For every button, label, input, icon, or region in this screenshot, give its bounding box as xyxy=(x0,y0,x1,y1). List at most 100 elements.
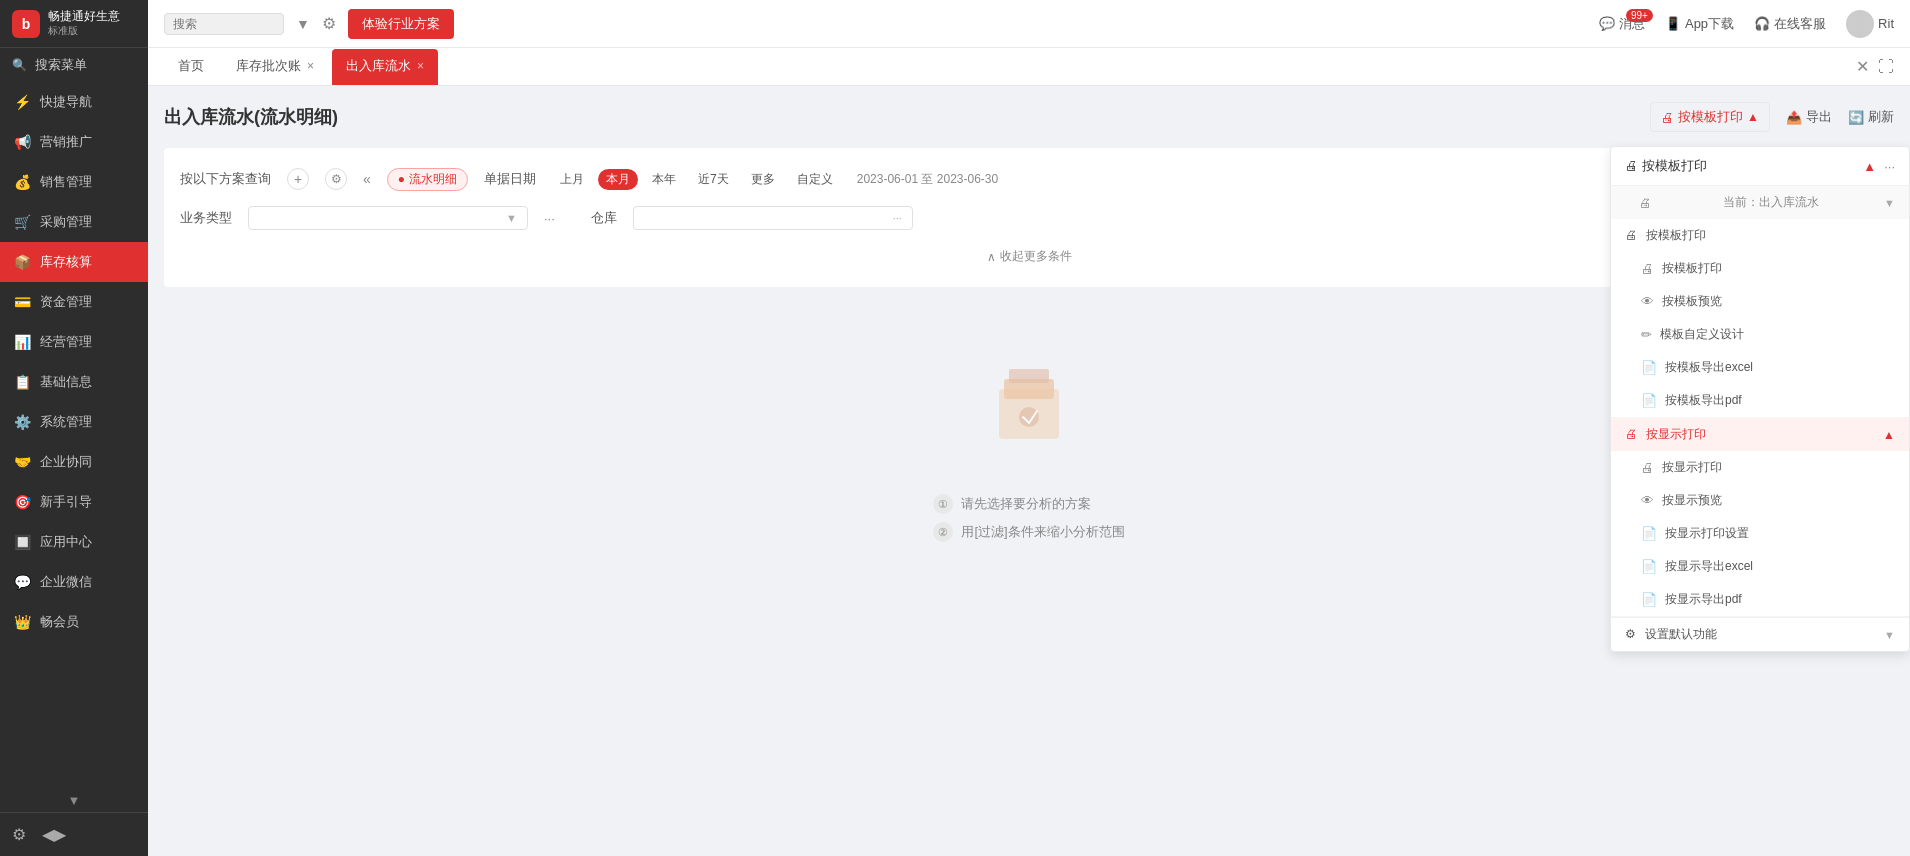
template-print-icon: 🖨 xyxy=(1641,261,1654,276)
sidebar-item-marketing[interactable]: 📢 营销推广 xyxy=(0,122,148,162)
dropdown-item-display-print-settings[interactable]: 📄 按显示打印设置 xyxy=(1611,517,1909,550)
dropdown-default-function[interactable]: ⚙ 设置默认功能 ▼ xyxy=(1611,617,1909,651)
sidebar-item-label: 系统管理 xyxy=(40,413,136,431)
sidebar-item-label: 畅会员 xyxy=(40,613,136,631)
app-download-btn[interactable]: 📱 App下载 xyxy=(1665,15,1734,33)
dropdown-item-display-export-excel[interactable]: 📄 按显示导出excel xyxy=(1611,550,1909,583)
template-export-pdf-label: 按模板导出pdf xyxy=(1665,392,1742,409)
sidebar-item-sales[interactable]: 💰 销售管理 xyxy=(0,162,148,202)
refresh-label: 刷新 xyxy=(1868,108,1894,126)
sidebar: b 畅捷通好生意 标准版 🔍 搜索菜单 ⚡ 快捷导航 📢 营销推广 💰 销售管理… xyxy=(0,0,148,856)
sidebar-item-purchase[interactable]: 🛒 采购管理 xyxy=(0,202,148,242)
topbar-dropdown-btn[interactable]: ▼ xyxy=(296,16,310,32)
filter-add-btn[interactable]: + xyxy=(287,168,309,190)
template-pdf-icon: 📄 xyxy=(1641,393,1657,408)
tabbar: 首页 库存批次账 × 出入库流水 × ✕ ⛶ xyxy=(148,48,1910,86)
dropdown-item-template-export-pdf[interactable]: 📄 按模板导出pdf xyxy=(1611,384,1909,417)
trial-btn[interactable]: 体验行业方案 xyxy=(348,9,454,39)
guide-icon: 🎯 xyxy=(12,494,32,510)
date-shortcut-custom[interactable]: 自定义 xyxy=(789,169,841,190)
page-content: 出入库流水(流水明细) 🖨 按模板打印 ▲ 📤 导出 🔄 刷新 xyxy=(148,86,1910,856)
filter-tag-label: 流水明细 xyxy=(409,171,457,188)
dropdown-panel: 🖨 按模板打印 ▲ ··· 🖨 当前：出入库流水 ▼ 🖨 xyxy=(1610,146,1910,652)
sidebar-item-membership[interactable]: 👑 畅会员 xyxy=(0,602,148,642)
date-shortcut-this-year[interactable]: 本年 xyxy=(644,169,684,190)
collapse-sidebar-icon[interactable]: ◀▶ xyxy=(42,825,66,844)
sidebar-item-label: 企业协同 xyxy=(40,453,136,471)
online-service-btn[interactable]: 🎧 在线客服 xyxy=(1754,15,1826,33)
sidebar-item-quick-nav[interactable]: ⚡ 快捷导航 xyxy=(0,82,148,122)
message-btn[interactable]: 💬 消息 99+ xyxy=(1599,15,1645,33)
app-download-label: App下载 xyxy=(1685,15,1734,33)
dropdown-item-display-preview[interactable]: 👁 按显示预览 xyxy=(1611,484,1909,517)
print-template-btn[interactable]: 🖨 按模板打印 ▲ xyxy=(1650,102,1770,132)
sidebar-item-label: 采购管理 xyxy=(40,213,136,231)
filter-settings-btn[interactable]: ⚙ xyxy=(325,168,347,190)
dropdown-current-section[interactable]: 🖨 当前：出入库流水 ▼ xyxy=(1611,186,1909,219)
topbar-right: 💬 消息 99+ 📱 App下载 🎧 在线客服 Rit xyxy=(1599,10,1894,38)
filter-collapse-btn[interactable]: « xyxy=(363,171,371,187)
sidebar-item-label: 营销推广 xyxy=(40,133,136,151)
page-actions: 🖨 按模板打印 ▲ 📤 导出 🔄 刷新 xyxy=(1650,102,1894,132)
dropdown-item-template-custom[interactable]: ✏ 模板自定义设计 xyxy=(1611,318,1909,351)
sidebar-item-corp-wechat[interactable]: 💬 企业微信 xyxy=(0,562,148,602)
filter-tag-active[interactable]: ● 流水明细 xyxy=(387,168,468,191)
sidebar-scroll-down[interactable]: ▼ xyxy=(0,789,148,812)
operations-icon: 📊 xyxy=(12,334,32,350)
dropdown-more-btn[interactable]: ··· xyxy=(1884,159,1895,174)
user-profile-btn[interactable]: Rit xyxy=(1846,10,1894,38)
display-export-excel-label: 按显示导出excel xyxy=(1665,558,1753,575)
close-window-btn[interactable]: ✕ xyxy=(1854,59,1870,75)
sidebar-item-corp-collab[interactable]: 🤝 企业协同 xyxy=(0,442,148,482)
tab-home[interactable]: 首页 xyxy=(164,49,218,85)
warehouse-label: 仓库 xyxy=(591,209,617,227)
date-shortcut-last-month[interactable]: 上月 xyxy=(552,169,592,190)
expand-window-btn[interactable]: ⛶ xyxy=(1878,59,1894,75)
dropdown-current-arrow: ▼ xyxy=(1884,197,1895,209)
sidebar-item-app-center[interactable]: 🔲 应用中心 xyxy=(0,522,148,562)
username-label: Rit xyxy=(1878,16,1894,31)
default-function-label: 设置默认功能 xyxy=(1645,627,1717,641)
sidebar-search[interactable]: 🔍 搜索菜单 xyxy=(0,48,148,82)
sidebar-item-finance[interactable]: 💳 资金管理 xyxy=(0,282,148,322)
sidebar-item-operations[interactable]: 📊 经营管理 xyxy=(0,322,148,362)
warehouse-field[interactable]: ··· xyxy=(633,206,913,230)
sidebar-item-inventory[interactable]: 📦 库存核算 xyxy=(0,242,148,282)
chevron-up-icon: ▲ xyxy=(1747,110,1759,124)
refresh-btn[interactable]: 🔄 刷新 xyxy=(1848,108,1894,126)
template-preview-icon: 👁 xyxy=(1641,294,1654,309)
date-shortcut-7days[interactable]: 近7天 xyxy=(690,169,737,190)
dropdown-item-template-preview[interactable]: 👁 按模板预览 xyxy=(1611,285,1909,318)
display-pdf-icon: 📄 xyxy=(1641,592,1657,607)
tab-stock-flow-close[interactable]: × xyxy=(417,59,424,73)
dropdown-item-display-print[interactable]: 🖨 按显示打印 xyxy=(1611,451,1909,484)
tab-batch-account[interactable]: 库存批次账 × xyxy=(222,49,328,85)
finance-icon: 💳 xyxy=(12,294,32,310)
business-type-field[interactable]: ▼ xyxy=(248,206,528,230)
sidebar-item-label: 快捷导航 xyxy=(40,93,136,111)
dropdown-section-display-header[interactable]: 🖨 按显示打印 ▲ xyxy=(1611,418,1909,451)
sidebar-item-label: 资金管理 xyxy=(40,293,136,311)
step-num-2: ② xyxy=(933,522,953,542)
sidebar-item-system[interactable]: ⚙️ 系统管理 xyxy=(0,402,148,442)
step-1-text: 请先选择要分析的方案 xyxy=(961,495,1091,513)
date-shortcut-this-month[interactable]: 本月 xyxy=(598,169,638,190)
tab-stock-flow[interactable]: 出入库流水 × xyxy=(332,49,438,85)
template-custom-icon: ✏ xyxy=(1641,327,1652,342)
dropdown-item-display-export-pdf[interactable]: 📄 按显示导出pdf xyxy=(1611,583,1909,616)
dropdown-section-template-header[interactable]: 🖨 按模板打印 xyxy=(1611,219,1909,252)
display-export-pdf-label: 按显示导出pdf xyxy=(1665,591,1742,608)
search-input[interactable] xyxy=(164,13,284,35)
settings-footer-icon[interactable]: ⚙ xyxy=(12,825,26,844)
tab-batch-account-close[interactable]: × xyxy=(307,59,314,73)
dropdown-item-template-export-excel[interactable]: 📄 按模板导出excel xyxy=(1611,351,1909,384)
sidebar-item-guide[interactable]: 🎯 新手引导 xyxy=(0,482,148,522)
export-btn[interactable]: 📤 导出 xyxy=(1786,108,1832,126)
business-type-more-btn[interactable]: ··· xyxy=(544,211,555,226)
sidebar-nav: ⚡ 快捷导航 📢 营销推广 💰 销售管理 🛒 采购管理 📦 库存核算 💳 资金管… xyxy=(0,82,148,789)
online-service-label: 在线客服 xyxy=(1774,15,1826,33)
date-shortcut-more[interactable]: 更多 xyxy=(743,169,783,190)
dropdown-item-template-print[interactable]: 🖨 按模板打印 xyxy=(1611,252,1909,285)
topbar-gear-btn[interactable]: ⚙ xyxy=(322,14,336,33)
sidebar-item-basic-info[interactable]: 📋 基础信息 xyxy=(0,362,148,402)
